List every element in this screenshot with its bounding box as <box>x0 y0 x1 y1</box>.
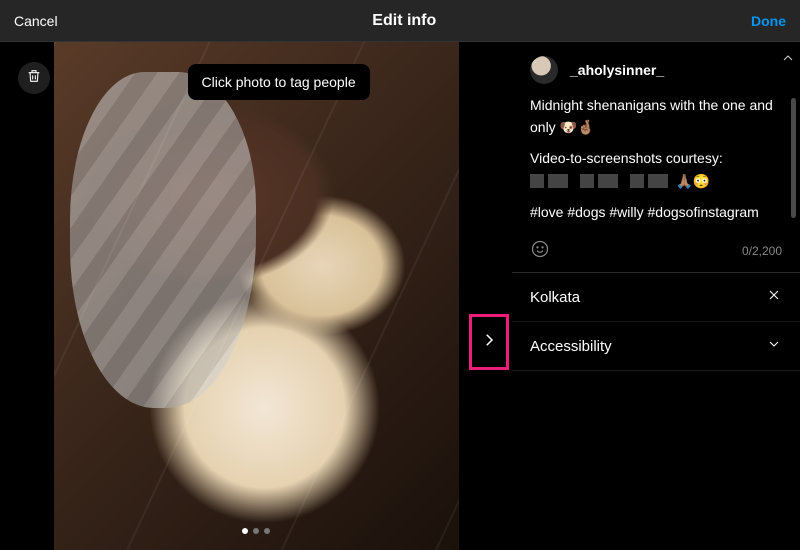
caption-footer: 0/2,200 <box>512 235 800 273</box>
chevron-right-icon <box>480 331 498 354</box>
username: _aholysinner_ <box>570 62 664 78</box>
close-icon[interactable] <box>766 287 782 307</box>
chevron-down-icon <box>766 336 782 356</box>
edit-info-dialog: Cancel Edit info Done Click photo to tag… <box>0 0 800 550</box>
edit-panel: _aholysinner_ Midnight shenanigans with … <box>512 42 800 550</box>
char-counter: 0/2,200 <box>742 244 782 258</box>
accessibility-label: Accessibility <box>530 338 612 355</box>
location-row[interactable]: Kolkata <box>512 273 800 322</box>
user-row: _aholysinner_ <box>512 42 800 92</box>
photo-preview[interactable]: Click photo to tag people <box>54 42 459 550</box>
avatar <box>530 56 558 84</box>
caption-hashtags: #love #dogs #willy #dogsofinstagram <box>530 201 778 223</box>
cancel-button[interactable]: Cancel <box>14 13 58 29</box>
caption-input[interactable]: Midnight shenanigans with the one and on… <box>512 92 800 235</box>
done-button[interactable]: Done <box>751 13 786 29</box>
scroll-up-arrow[interactable] <box>780 50 796 71</box>
photo-column: Click photo to tag people <box>0 42 512 550</box>
caption-line: Video-to-screenshots courtesy: 🙏🏽😳 <box>530 147 778 193</box>
carousel-dot[interactable] <box>264 528 270 534</box>
scrollbar-thumb[interactable] <box>791 98 796 218</box>
dialog-title: Edit info <box>372 12 436 30</box>
carousel-dots <box>242 528 270 534</box>
emoji-picker-button[interactable] <box>530 239 550 262</box>
dialog-header: Cancel Edit info Done <box>0 0 800 42</box>
caption-line: Midnight shenanigans with the one and on… <box>530 94 778 139</box>
dialog-body: Click photo to tag people _aholysinner_ <box>0 42 800 550</box>
tag-people-tooltip: Click photo to tag people <box>188 64 370 100</box>
trash-icon <box>26 68 42 89</box>
next-photo-button[interactable] <box>469 314 509 370</box>
carousel-dot[interactable] <box>242 528 248 534</box>
delete-photo-button[interactable] <box>18 62 50 94</box>
carousel-dot[interactable] <box>253 528 259 534</box>
accessibility-row[interactable]: Accessibility <box>512 322 800 371</box>
location-label: Kolkata <box>530 289 580 306</box>
